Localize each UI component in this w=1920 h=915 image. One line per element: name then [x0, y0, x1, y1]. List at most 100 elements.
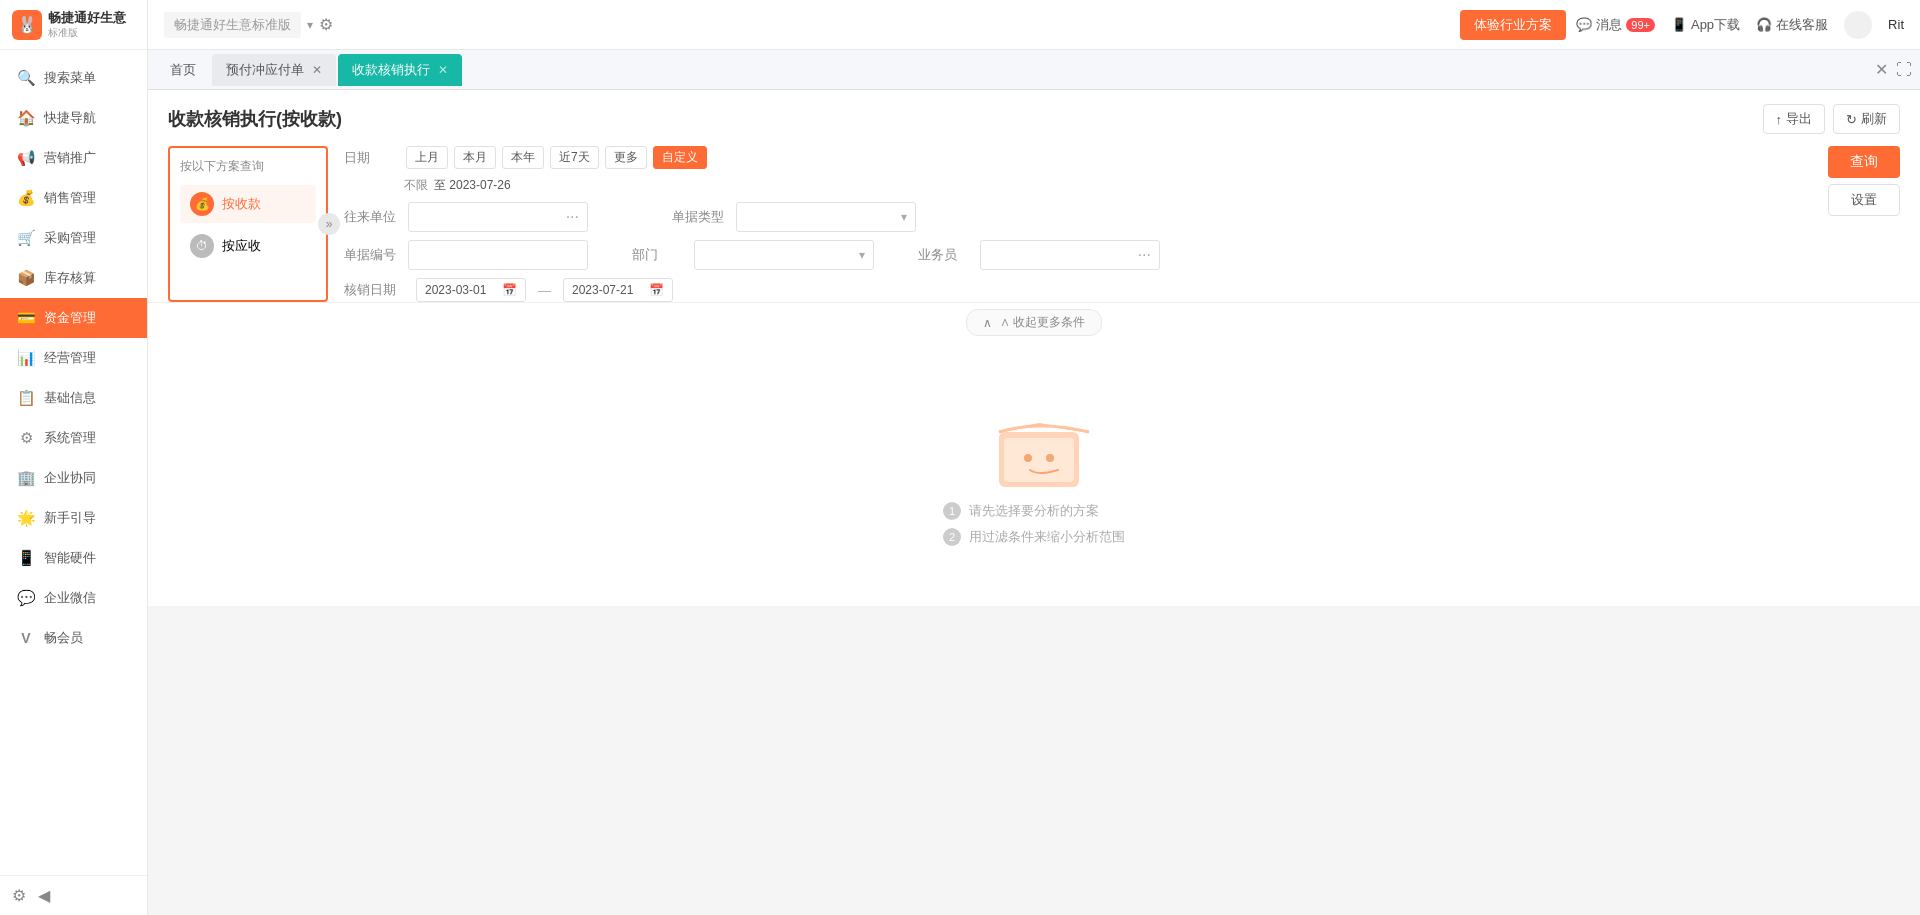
logo-main: 畅捷通好生意: [48, 10, 126, 27]
step1-num: 1: [943, 502, 961, 520]
date-range-separator: —: [538, 283, 551, 298]
calendar-end-icon: 📅: [649, 283, 664, 297]
query-btn[interactable]: 查询: [1828, 146, 1900, 178]
date-this-year-btn[interactable]: 本年: [502, 146, 544, 169]
sales-label: 销售管理: [44, 189, 96, 207]
sidebar-bottom: ⚙ ◀: [0, 875, 147, 915]
member-label: 畅会员: [44, 629, 83, 647]
sidebar-item-sales[interactable]: 💰 销售管理: [0, 178, 147, 218]
staff-select[interactable]: ···: [980, 240, 1160, 270]
doc-no-input[interactable]: [408, 240, 588, 270]
step2-num: 2: [943, 528, 961, 546]
svg-rect-1: [1004, 438, 1074, 482]
svg-point-2: [1024, 454, 1032, 462]
date-custom-btn[interactable]: 自定义: [653, 146, 707, 169]
inventory-icon: 📦: [16, 268, 36, 288]
date-no-limit: 不限: [404, 177, 428, 194]
sidebar-item-inventory[interactable]: 📦 库存核算: [0, 258, 147, 298]
tab-collection-close-icon[interactable]: ✕: [438, 63, 448, 77]
tab-prepay-close-icon[interactable]: ✕: [312, 63, 322, 77]
department-select[interactable]: ▾: [694, 240, 874, 270]
newbie-label: 新手引导: [44, 509, 96, 527]
tab-close-all-icon[interactable]: ✕: [1875, 60, 1888, 79]
search-menu-icon: 🔍: [16, 68, 36, 88]
sidebar-item-finance[interactable]: 💳 资金管理: [0, 298, 147, 338]
refresh-icon: ↻: [1846, 112, 1857, 127]
tab-bar: 首页 预付冲应付单 ✕ 收款核销执行 ✕ ✕ ⛶: [148, 50, 1920, 90]
sidebar-item-system[interactable]: ⚙ 系统管理: [0, 418, 147, 458]
writeoff-date-label: 核销日期: [344, 281, 404, 299]
query-type-panel: 按以下方案查询 💰 按收款 ⏱ 按应收 »: [168, 146, 328, 302]
message-icon: 💬: [1576, 17, 1592, 32]
enterprise-label: 企业协同: [44, 469, 96, 487]
sidebar-item-quick-nav[interactable]: 🏠 快捷导航: [0, 98, 147, 138]
department-label: 部门: [632, 246, 682, 264]
topbar-brand: 畅捷通好生意标准版 ▾ ⚙: [164, 12, 1450, 38]
sidebar-item-management[interactable]: 📊 经营管理: [0, 338, 147, 378]
wechat-icon: 💬: [16, 588, 36, 608]
partner-select[interactable]: ···: [408, 202, 588, 232]
sidebar-item-marketing[interactable]: 📢 营销推广: [0, 138, 147, 178]
empty-state: 1 请先选择要分析的方案 2 用过滤条件来缩小分析范围: [148, 342, 1920, 606]
collapse-query-panel-btn[interactable]: »: [318, 213, 340, 235]
gear-icon[interactable]: ⚙: [319, 15, 333, 34]
chevron-down-icon[interactable]: ▾: [307, 18, 313, 32]
tab-expand-icon[interactable]: ⛶: [1896, 61, 1912, 79]
system-label: 系统管理: [44, 429, 96, 447]
service-item[interactable]: 🎧 在线客服: [1756, 16, 1828, 34]
writeoff-start-input[interactable]: 2023-03-01 📅: [416, 278, 526, 302]
empty-hint-1: 1 请先选择要分析的方案: [943, 502, 1125, 520]
collapse-more-btn[interactable]: ∧ ∧ 收起更多条件: [966, 309, 1102, 336]
sidebar-item-hardware[interactable]: 📱 智能硬件: [0, 538, 147, 578]
date-this-month-btn[interactable]: 本月: [454, 146, 496, 169]
sidebar-item-member[interactable]: V 畅会员: [0, 618, 147, 658]
tab-collection[interactable]: 收款核销执行 ✕: [338, 54, 462, 86]
sidebar-item-wechat[interactable]: 💬 企业微信: [0, 578, 147, 618]
tab-prepay[interactable]: 预付冲应付单 ✕: [212, 54, 336, 86]
app-label: App下载: [1691, 16, 1740, 34]
by-receipt-icon: 💰: [190, 192, 214, 216]
sidebar-item-basic-info[interactable]: 📋 基础信息: [0, 378, 147, 418]
tab-home[interactable]: 首页: [156, 54, 210, 86]
date-prev-month-btn[interactable]: 上月: [406, 146, 448, 169]
doc-type-select[interactable]: ▾: [736, 202, 916, 232]
tab-collection-label: 收款核销执行: [352, 61, 430, 79]
export-btn[interactable]: ↑ 导出: [1763, 104, 1826, 134]
message-badge: 99+: [1626, 18, 1655, 32]
app-icon: 📱: [1671, 17, 1687, 32]
sidebar-item-search-menu[interactable]: 🔍 搜索菜单: [0, 58, 147, 98]
doc-no-label: 单据编号: [344, 246, 396, 264]
department-arrow-icon: ▾: [859, 248, 865, 262]
message-item[interactable]: 💬 消息 99+: [1576, 16, 1655, 34]
query-option-by-receivable[interactable]: ⏱ 按应收: [180, 227, 316, 265]
calendar-start-icon: 📅: [502, 283, 517, 297]
by-receivable-icon: ⏱: [190, 234, 214, 258]
collapse-sidebar-icon[interactable]: ◀: [38, 886, 50, 905]
logo-area: 🐰 畅捷通好生意 标准版: [0, 0, 147, 50]
marketing-icon: 📢: [16, 148, 36, 168]
sidebar-item-enterprise[interactable]: 🏢 企业协同: [0, 458, 147, 498]
app-download-item[interactable]: 📱 App下载: [1671, 16, 1740, 34]
query-option-by-receipt[interactable]: 💰 按收款: [180, 185, 316, 223]
finance-label: 资金管理: [44, 309, 96, 327]
writeoff-end-input[interactable]: 2023-07-21 📅: [563, 278, 673, 302]
refresh-btn[interactable]: ↻ 刷新: [1833, 104, 1900, 134]
industry-btn[interactable]: 体验行业方案: [1460, 10, 1566, 40]
sidebar-item-newbie[interactable]: 🌟 新手引导: [0, 498, 147, 538]
filter-area: 日期 上月 本月 本年 近7天 更多 自定义 不限: [344, 146, 1900, 302]
settings-btn[interactable]: 设置: [1828, 184, 1900, 216]
settings-bottom-icon[interactable]: ⚙: [12, 886, 26, 905]
search-menu-label: 搜索菜单: [44, 69, 96, 87]
tab-bar-right: ✕ ⛶: [1875, 60, 1912, 79]
collapse-up-icon: ∧: [983, 316, 992, 330]
inventory-label: 库存核算: [44, 269, 96, 287]
doc-type-label: 单据类型: [672, 208, 724, 226]
svg-point-3: [1046, 454, 1054, 462]
user-avatar[interactable]: [1844, 11, 1872, 39]
user-name: Rit: [1888, 17, 1904, 32]
date-more-btn[interactable]: 更多: [605, 146, 647, 169]
partner-dots-icon: ···: [566, 208, 579, 226]
sidebar-item-purchase[interactable]: 🛒 采购管理: [0, 218, 147, 258]
finance-icon: 💳: [16, 308, 36, 328]
date-last7-btn[interactable]: 近7天: [550, 146, 599, 169]
